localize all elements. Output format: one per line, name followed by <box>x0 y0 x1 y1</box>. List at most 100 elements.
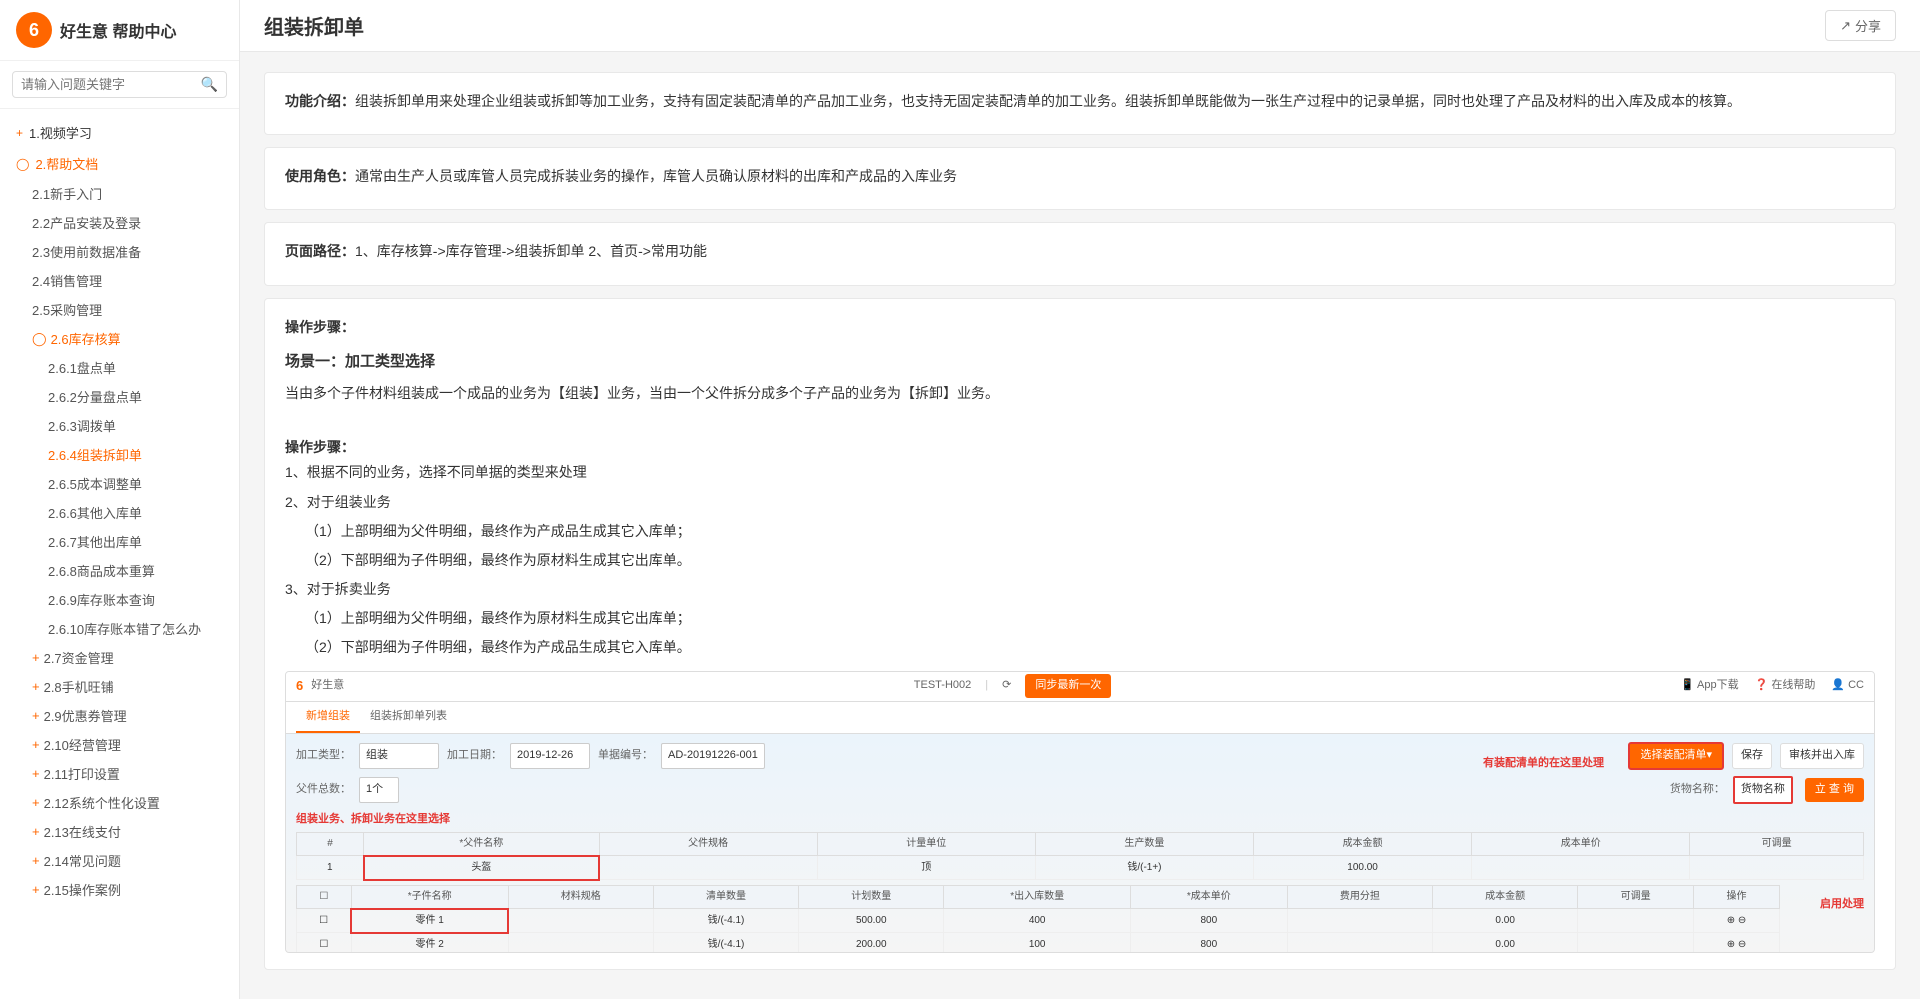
share-icon: ↗ <box>1840 18 1851 34</box>
lth-child-spec: 材料规格 <box>508 885 653 909</box>
ops-steps-label: 操作步骤： <box>285 435 1875 460</box>
sidebar-item-2-6-5[interactable]: 2.6.5成本调整单 <box>0 469 239 498</box>
sidebar-item-2-11[interactable]: + 2.11打印设置 <box>0 759 239 788</box>
sidebar-item-2-6-3[interactable]: 2.6.3调拨单 <box>0 411 239 440</box>
sidebar-item-2-6-1[interactable]: 2.6.1盘点单 <box>0 353 239 382</box>
sidebar-item-2-6-6[interactable]: 2.6.6其他入库单 <box>0 498 239 527</box>
sidebar-item-2-14[interactable]: + 2.14常见问题 <box>0 846 239 875</box>
plus-icon-2-13: + <box>32 824 40 839</box>
search-wrapper[interactable]: 🔍 <box>12 71 227 98</box>
sidebar-item-2-5[interactable]: 2.5采购管理 <box>0 295 239 324</box>
minus-icon-2-6: ◯ <box>32 331 47 347</box>
ltd-actual1: 400 <box>944 909 1131 933</box>
ss-label-date: 加工日期： <box>447 746 502 766</box>
intro-card: 功能介绍：组装拆卸单用来处理企业组装或拆卸等加工业务，支持有固定装配清单的产品加… <box>264 72 1896 135</box>
ltd-name2: 零件 2 <box>351 933 508 952</box>
scene1-title: 场景一：加工类型选择 <box>285 348 1875 375</box>
td-qty1: 钱/(-1+) <box>1035 856 1253 880</box>
sidebar-item-2-3[interactable]: 2.3使用前数据准备 <box>0 237 239 266</box>
step2-1: （1）上部明细为父件明细，最终作为产成品生成其它入库单； <box>305 519 1875 544</box>
th-seq: # <box>297 832 364 856</box>
search-icon[interactable]: 🔍 <box>201 76 218 93</box>
ss-table-header-row: 父件总数： 1个 货物名称： 货物名称 立 查 询 <box>296 776 1864 804</box>
plus-icon-2-10: + <box>32 737 40 752</box>
sidebar-item-2-6-2[interactable]: 2.6.2分量盘点单 <box>0 382 239 411</box>
ltd-spec1 <box>508 909 653 933</box>
role-text: 使用角色：通常由生产人员或库管人员完成拆装业务的操作，库管人员确认原材料的出库和… <box>285 164 1875 189</box>
step1: 1、根据不同的业务，选择不同单据的类型来处理 <box>285 460 1875 485</box>
ltd-share1 <box>1287 909 1432 933</box>
ltd-bom2: 钱/(-4.1) <box>653 933 798 952</box>
sidebar-item-2-13[interactable]: + 2.13在线支付 <box>0 817 239 846</box>
ss-field-count: 1个 <box>359 777 399 803</box>
sidebar-item-2-8[interactable]: + 2.8手机旺铺 <box>0 672 239 701</box>
lth-ops: 操作 <box>1693 885 1779 909</box>
th-parent-name: *父件名称 <box>364 832 600 856</box>
td-parent-spec1 <box>599 856 817 880</box>
sidebar-item-1[interactable]: + 1.视频学习 <box>0 117 239 148</box>
sidebar-item-2-6-9[interactable]: 2.6.9库存账本查询 <box>0 585 239 614</box>
ss-ann-wrapper2: 组装业务、拆卸业务在这里选择 <box>296 810 1864 830</box>
topbar: 组装拆卸单 ↗ 分享 <box>240 0 1920 52</box>
sidebar-item-2-6-10[interactable]: 2.6.10库存账本错了怎么办 <box>0 614 239 643</box>
ss-lower-table: ☐ *子件名称 材料规格 清单数量 计划数量 *出入库数量 *成本单价 费用分担 <box>296 885 1780 952</box>
ss-tab-list: 组装拆卸单列表 <box>360 702 457 734</box>
sidebar: 6 好生意 帮助中心 🔍 + 1.视频学习 ◯ 2.帮助文档 2.1新手入门 2… <box>0 0 240 999</box>
plus-icon-2-9: + <box>32 708 40 723</box>
sidebar-item-2-7[interactable]: + 2.7资金管理 <box>0 643 239 672</box>
sidebar-item-2-1[interactable]: 2.1新手入门 <box>0 179 239 208</box>
ss-annotation-3: 启用处理 <box>1820 895 1864 915</box>
minus-icon-2: ◯ <box>16 157 29 171</box>
operations-card: 操作步骤： 场景一：加工类型选择 当由多个子件材料组装成一个成品的业务为【组装】… <box>264 298 1896 970</box>
lth-child-name: *子件名称 <box>351 885 508 909</box>
sidebar-item-2-9[interactable]: + 2.9优惠券管理 <box>0 701 239 730</box>
ss-divider: | <box>985 676 988 696</box>
sidebar-header: 6 好生意 帮助中心 <box>0 0 239 61</box>
sidebar-item-2-10[interactable]: + 2.10经营管理 <box>0 730 239 759</box>
ltd-spec2 <box>508 933 653 952</box>
screenshot-container: 6 好生意 TEST-H002 | ⟳ 同步最新一次 📱 App下载 ❓ 在线帮… <box>285 671 1875 953</box>
ltd-total2: 0.00 <box>1433 933 1578 952</box>
ss-upper-table: # *父件名称 父件规格 计量单位 生产数量 成本金额 成本单价 可调量 <box>296 832 1864 881</box>
ss-btn-submit: 保存 <box>1732 743 1772 769</box>
sidebar-item-2-6-7[interactable]: 2.6.7其他出库单 <box>0 527 239 556</box>
plus-icon-1: + <box>16 126 23 140</box>
td-seq1: 1 <box>297 856 364 880</box>
sidebar-item-2-12[interactable]: + 2.12系统个性化设置 <box>0 788 239 817</box>
sidebar-item-2[interactable]: ◯ 2.帮助文档 <box>0 148 239 179</box>
ss-refresh: ⟳ <box>1002 676 1011 696</box>
td-avail1 <box>1690 856 1864 880</box>
sidebar-item-2-6-4[interactable]: 2.6.4组装拆卸单 <box>0 440 239 469</box>
ltd-total1: 0.00 <box>1433 909 1578 933</box>
lth-cost-total: 成本金额 <box>1433 885 1578 909</box>
ss-btn-submit2: 审核并出入库 <box>1780 743 1864 769</box>
sidebar-item-2-4[interactable]: 2.4销售管理 <box>0 266 239 295</box>
ss-label-type: 加工类型： <box>296 746 351 766</box>
ss-label-search: 货物名称： <box>1670 780 1725 800</box>
ss-tab-new: 新增组装 <box>296 702 360 734</box>
ss-tabs: 新增组装 组装拆卸单列表 <box>286 702 1874 735</box>
step3-2: （2）下部明细为子件明细，最终作为产成品生成其它入库单。 <box>305 635 1875 660</box>
ss-nav-btn: 同步最新一次 <box>1025 674 1111 698</box>
ss-annotation-2: 组装业务、拆卸业务在这里选择 <box>296 810 1864 830</box>
ss-logo: 6 <box>296 674 303 697</box>
ops-title: 操作步骤： <box>285 315 1875 340</box>
sidebar-item-2-6[interactable]: ◯ 2.6库存核算 <box>0 324 239 353</box>
sidebar-item-2-15[interactable]: + 2.15操作案例 <box>0 875 239 904</box>
share-button[interactable]: ↗ 分享 <box>1825 10 1896 41</box>
ltd-avail2 <box>1578 933 1694 952</box>
lth-plan-qty: 计划数量 <box>799 885 944 909</box>
th-cost: 成本金额 <box>1254 832 1472 856</box>
ss-annotation-3-wrapper: 启用处理 <box>1820 885 1864 915</box>
lth-cost-amt: 费用分担 <box>1287 885 1432 909</box>
ss-annotation-1: 有装配清单的在这里处理 <box>1483 754 1604 774</box>
ltd-op1: ⊕ ⊖ <box>1693 909 1779 933</box>
step3-1: （1）上部明细为父件明细，最终作为原材料生成其它出库单； <box>305 606 1875 631</box>
sidebar-item-2-6-8[interactable]: 2.6.8商品成本重算 <box>0 556 239 585</box>
sidebar-item-2-2[interactable]: 2.2产品安装及登录 <box>0 208 239 237</box>
ss-lower-section: ☐ *子件名称 材料规格 清单数量 计划数量 *出入库数量 *成本单价 费用分担 <box>296 885 1864 952</box>
ltd-check1: ☐ <box>297 909 352 933</box>
ss-label-no: 单据编号： <box>598 746 653 766</box>
search-input[interactable] <box>21 77 201 92</box>
main-content: 组装拆卸单 ↗ 分享 功能介绍：组装拆卸单用来处理企业组装或拆卸等加工业务，支持… <box>240 0 1920 999</box>
